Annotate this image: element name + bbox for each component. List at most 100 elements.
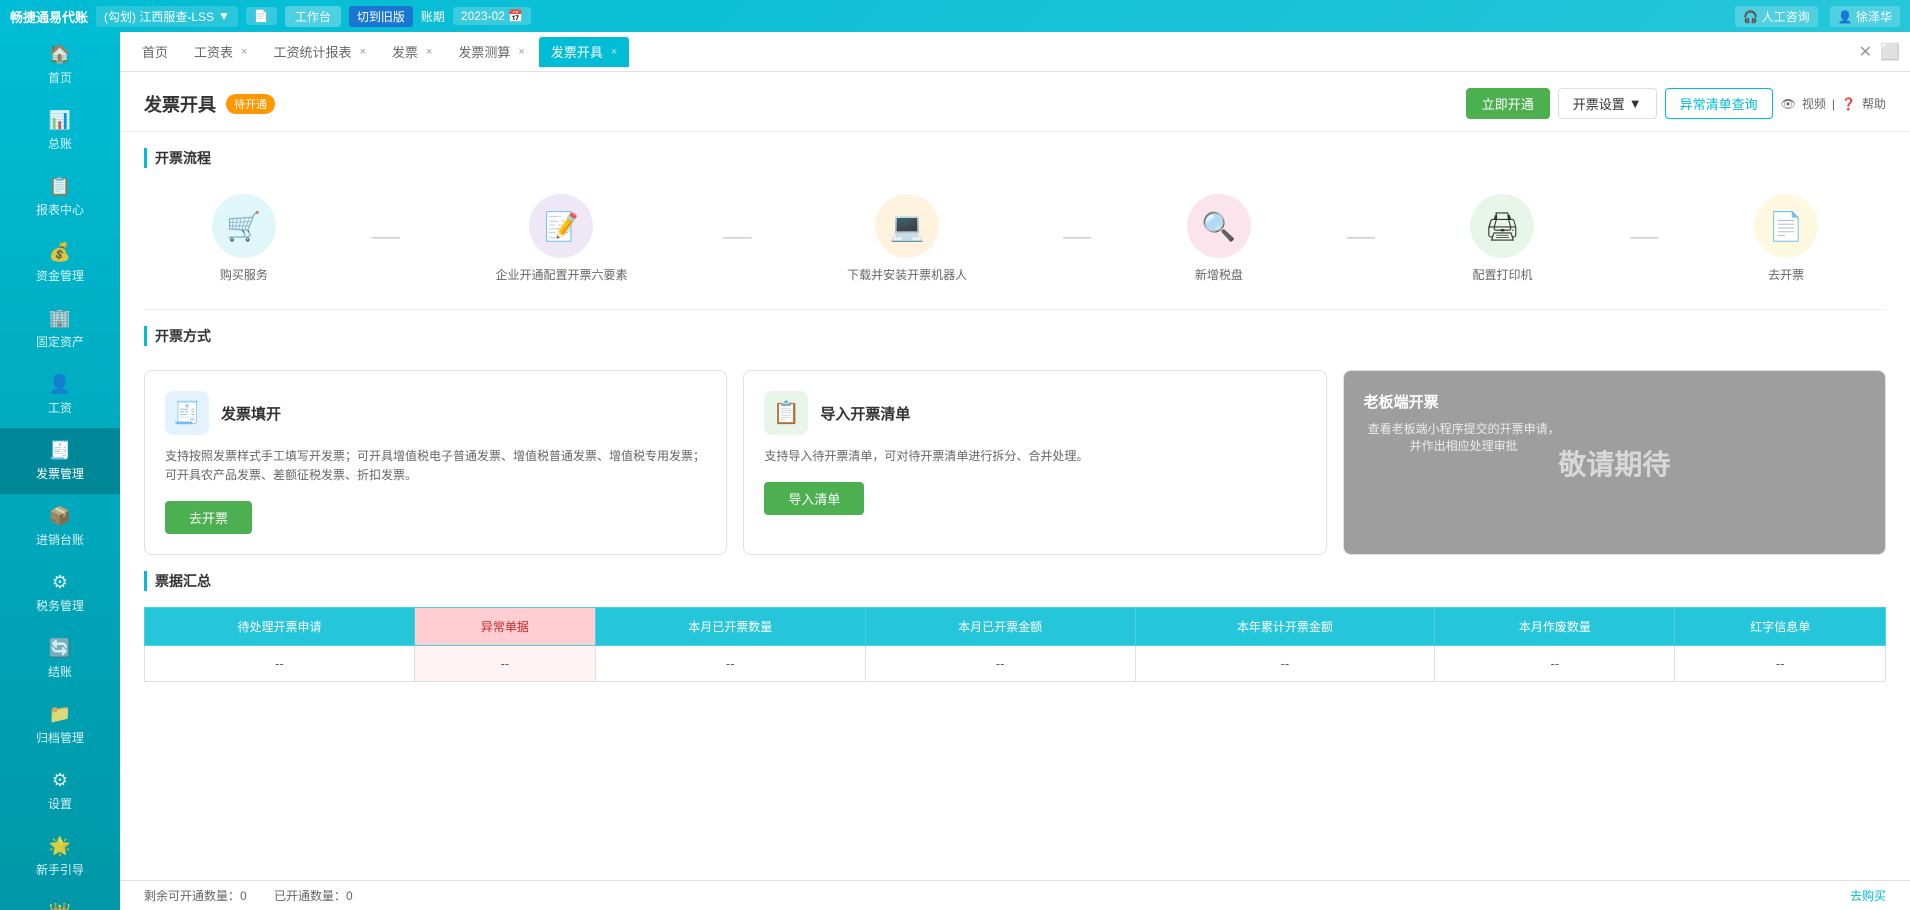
summary-th-monthly-count: 本月已开票数量 xyxy=(595,608,865,646)
main-area: 首页 工资表 × 工资统计报表 × 发票 × 发票测算 × 发票开具 × xyxy=(120,32,1910,910)
invoice-icon: 🧾 xyxy=(49,440,71,461)
sidebar-item-settings[interactable]: ⚙ 设置 xyxy=(0,758,120,824)
flow-step-5[interactable]: 🖨 配置打印机 xyxy=(1470,194,1534,283)
document-icon[interactable]: 📄 xyxy=(246,7,277,25)
flow-icon-6: 📄 xyxy=(1754,194,1818,258)
flow-icon-1: 🛒 xyxy=(212,194,276,258)
sidebar-item-vip[interactable]: 👑 畅会员 xyxy=(0,890,120,910)
summary-th-red-note: 红字信息单 xyxy=(1675,608,1886,646)
flow-step-1[interactable]: 🛒 购买服务 xyxy=(212,194,276,283)
close-all-icon[interactable]: ✕ xyxy=(1859,42,1872,62)
app-logo: 畅捷通易代账 xyxy=(10,7,88,26)
flow-step-2[interactable]: 📝 企业开通配置开票六要素 xyxy=(495,194,627,283)
restore-icon[interactable]: ⬜ xyxy=(1880,42,1900,62)
tab-close-invoice[interactable]: × xyxy=(426,46,432,58)
flow-step-4[interactable]: 🔍 新增税盘 xyxy=(1187,194,1251,283)
sidebar-item-home[interactable]: 🏠 首页 xyxy=(0,32,120,98)
sidebar-item-closing[interactable]: 🔄 结账 xyxy=(0,626,120,692)
old-client-card: 老板端开票 查看老板端小程序提交的开票申请，并作出相应处理审批 敬请期待 xyxy=(1343,370,1886,555)
sidebar: 🏠 首页 📊 总账 📋 报表中心 💰 资金管理 🏢 固定资产 👤 工资 🧾 发票… xyxy=(0,32,120,910)
tab-close-payslip[interactable]: × xyxy=(241,46,247,58)
summary-th-yearly-amount: 本年累计开票金额 xyxy=(1135,608,1435,646)
flow-title: 开票流程 xyxy=(144,148,1886,168)
import-list-card[interactable]: 📋 导入开票清单 支持导入待开票清单，可对待开票清单进行拆分、合并处理。 导入清… xyxy=(743,370,1326,555)
summary-td-red-note: -- xyxy=(1675,646,1886,682)
page-title-area: 发票开具 待开通 xyxy=(144,91,275,117)
sidebar-item-invoice[interactable]: 🧾 发票管理 xyxy=(0,428,120,494)
sidebar-item-tax[interactable]: ⚙ 税务管理 xyxy=(0,560,120,626)
tab-bar: 首页 工资表 × 工资统计报表 × 发票 × 发票测算 × 发票开具 × xyxy=(120,32,1910,72)
bottom-bar: 剩余可开通数量：0 已开通数量：0 去购买 xyxy=(120,880,1910,910)
sidebar-item-guide[interactable]: 🌟 新手引导 xyxy=(0,824,120,890)
sidebar-item-purchase-sales[interactable]: 📦 进销台账 xyxy=(0,494,120,560)
flow-icon-2: 📝 xyxy=(529,194,593,258)
import-list-icon: 📋 xyxy=(764,391,808,435)
invoice-fill-desc: 支持按照发票样式手工填写开发票；可开具增值税电子普通发票、增值税普通发票、增值税… xyxy=(165,447,706,485)
import-list-button[interactable]: 导入清单 xyxy=(764,482,864,515)
summary-td-monthly-amount: -- xyxy=(865,646,1135,682)
go-invoice-button[interactable]: 去开票 xyxy=(165,501,252,534)
payroll-icon: 👤 xyxy=(49,374,71,395)
buy-link[interactable]: 去购买 xyxy=(1850,887,1886,904)
summary-td-pending: -- xyxy=(145,646,415,682)
sidebar-item-payroll[interactable]: 👤 工资 xyxy=(0,362,120,428)
user-menu[interactable]: 👤 徐泽华 xyxy=(1830,6,1900,27)
assets-icon: 🏢 xyxy=(49,308,71,329)
tab-payslip[interactable]: 工资表 × xyxy=(182,37,259,67)
guide-icon: 🌟 xyxy=(49,836,71,857)
summary-td-exception: -- xyxy=(414,646,595,682)
settings-icon: ⚙ xyxy=(52,770,68,791)
period-selector[interactable]: 2023-02 📅 xyxy=(453,7,531,25)
flow-icon-4: 🔍 xyxy=(1187,194,1251,258)
purchase-sales-icon: 📦 xyxy=(49,506,71,527)
summary-data-row: -- -- -- -- -- -- -- xyxy=(145,646,1886,682)
home-icon: 🏠 xyxy=(49,44,71,65)
closing-icon: 🔄 xyxy=(49,638,71,659)
old-client-title-area: 老板端开票 查看老板端小程序提交的开票申请，并作出相应处理审批 xyxy=(1364,391,1564,474)
tab-invoice-calc[interactable]: 发票测算 × xyxy=(446,37,536,67)
flow-step-6[interactable]: 📄 去开票 xyxy=(1754,194,1818,283)
open-now-button[interactable]: 立即开通 xyxy=(1466,88,1550,119)
summary-table: 待处理开票申请 异常单据 本月已开票数量 本月已开票金额 本年累计开票金额 本月… xyxy=(144,607,1886,682)
open-settings-button[interactable]: 开票设置 ▼ xyxy=(1558,88,1657,119)
workbench-button[interactable]: 工作台 xyxy=(285,6,341,27)
page-content: 发票开具 待开通 立即开通 开票设置 ▼ 异常清单查询 👁 视频 | ❓ xyxy=(120,72,1910,880)
tab-close-payroll-report[interactable]: × xyxy=(359,46,365,58)
page-actions: 立即开通 开票设置 ▼ 异常清单查询 👁 视频 | ❓ 帮助 xyxy=(1466,88,1886,119)
flow-arrow-3: ── xyxy=(1063,227,1091,250)
method-title: 开票方式 xyxy=(144,326,1886,346)
tab-payroll-report[interactable]: 工资统计报表 × xyxy=(261,37,377,67)
bottom-info: 剩余可开通数量：0 已开通数量：0 xyxy=(144,887,353,904)
flow-steps: 🛒 购买服务 ── 📝 企业开通配置开票六要素 ── 💻 下载并安装开票机器人 … xyxy=(144,184,1886,293)
sidebar-item-ledger[interactable]: 📊 总账 xyxy=(0,98,120,164)
sidebar-item-assets[interactable]: 🏢 固定资产 xyxy=(0,296,120,362)
top-bar: 畅捷通易代账 (勾划) 江西服查-LSS ▼ 📄 工作台 切到旧版 账期 202… xyxy=(0,0,1910,32)
user-icon: 👤 xyxy=(1838,10,1853,24)
customer-service-button[interactable]: 🎧 人工咨询 xyxy=(1735,6,1817,27)
tab-close-invoice-issue[interactable]: × xyxy=(611,46,617,58)
tax-icon: ⚙ xyxy=(52,572,68,593)
company-selector[interactable]: (勾划) 江西服查-LSS ▼ xyxy=(96,6,238,27)
invoice-fill-card[interactable]: 🧾 发票填开 支持按照发票样式手工填写开发票；可开具增值税电子普通发票、增值税普… xyxy=(144,370,727,555)
sidebar-item-archive[interactable]: 📁 归档管理 xyxy=(0,692,120,758)
method-cards: 🧾 发票填开 支持按照发票样式手工填写开发票；可开具增值税电子普通发票、增值税普… xyxy=(120,370,1910,571)
tab-home[interactable]: 首页 xyxy=(130,37,180,67)
sidebar-item-reports[interactable]: 📋 报表中心 xyxy=(0,164,120,230)
sidebar-item-funds[interactable]: 💰 资金管理 xyxy=(0,230,120,296)
flow-arrow-1: ── xyxy=(371,227,399,250)
help-icon: ❓ xyxy=(1841,97,1856,111)
summary-td-void-count: -- xyxy=(1435,646,1675,682)
flow-step-3[interactable]: 💻 下载并安装开票机器人 xyxy=(847,194,967,283)
tab-close-invoice-calc[interactable]: × xyxy=(518,46,524,58)
tab-bar-actions: ✕ ⬜ xyxy=(1859,42,1900,62)
ledger-icon: 📊 xyxy=(49,110,71,131)
page-header: 发票开具 待开通 立即开通 开票设置 ▼ 异常清单查询 👁 视频 | ❓ xyxy=(120,72,1910,132)
old-version-button[interactable]: 切到旧版 xyxy=(349,6,413,27)
tab-invoice[interactable]: 发票 × xyxy=(380,37,444,67)
tab-invoice-issue[interactable]: 发票开具 × xyxy=(539,37,629,67)
summary-th-pending: 待处理开票申请 xyxy=(145,608,415,646)
exception-query-button[interactable]: 异常清单查询 xyxy=(1665,88,1773,119)
top-bar-right: 🎧 人工咨询 👤 徐泽华 xyxy=(1735,6,1900,27)
help-area: 👁 视频 | ❓ 帮助 xyxy=(1781,95,1886,112)
flow-arrow-2: ── xyxy=(723,227,751,250)
